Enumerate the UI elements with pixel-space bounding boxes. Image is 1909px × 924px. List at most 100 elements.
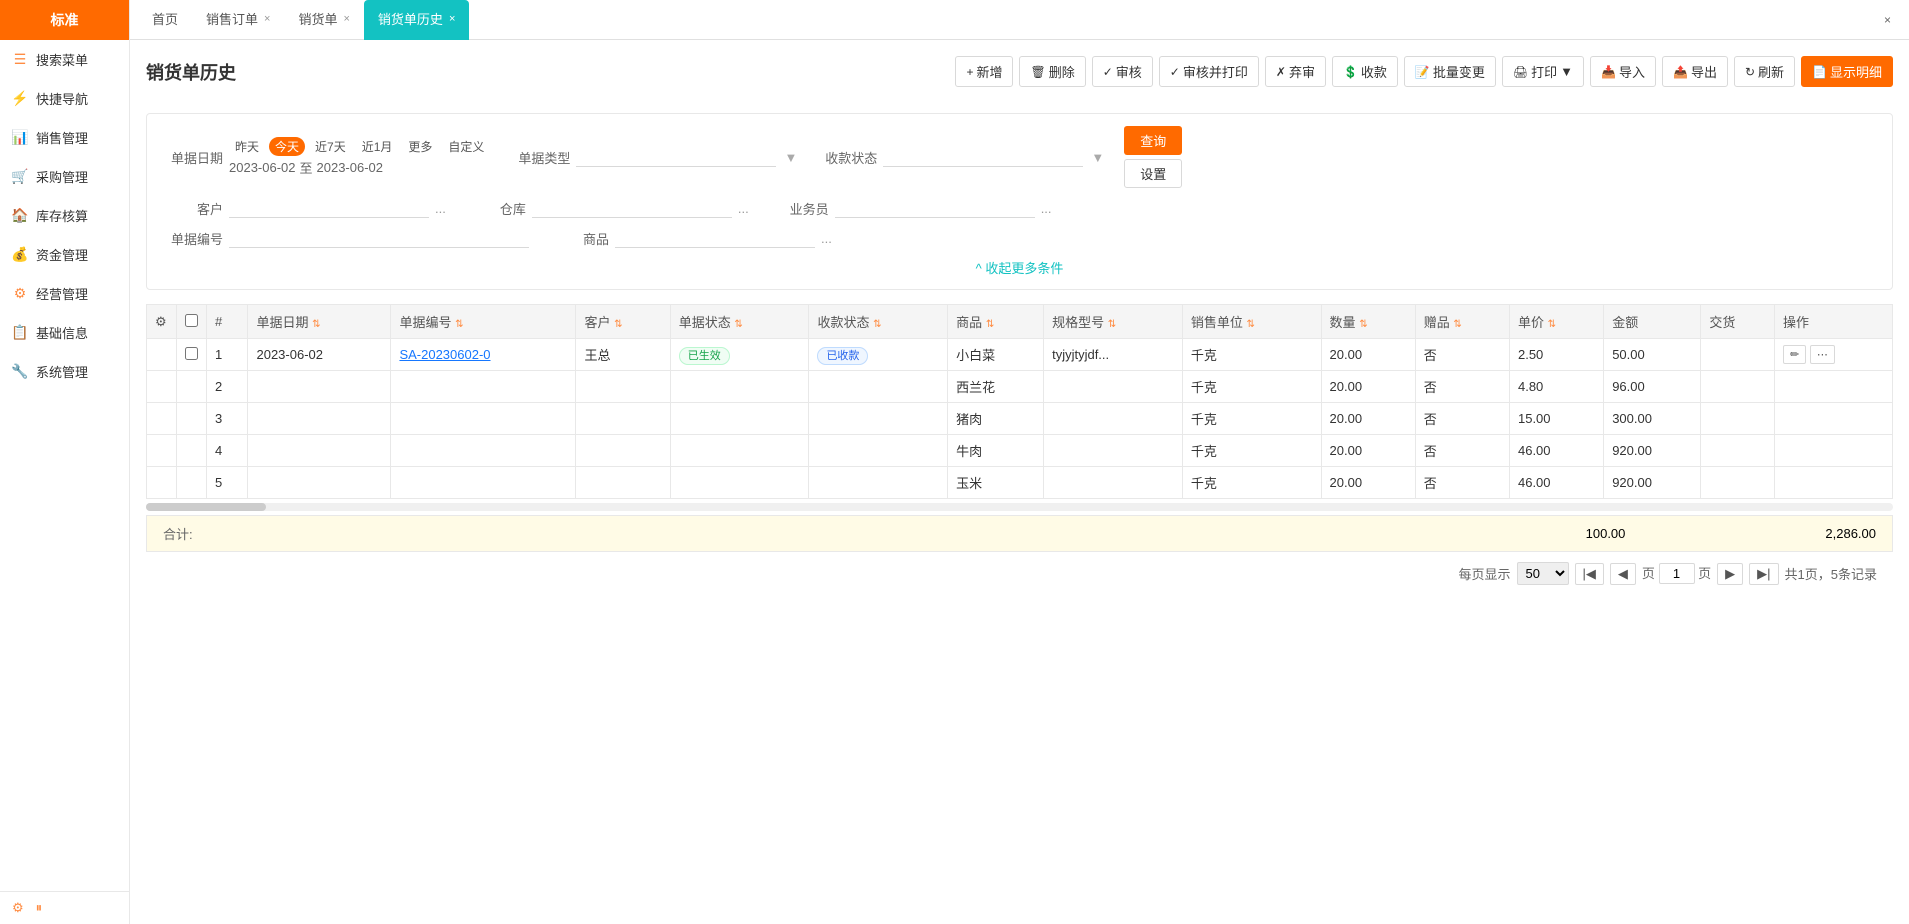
cell-doc-date: [248, 467, 391, 499]
col-spec-model[interactable]: 规格型号 ⇅: [1044, 305, 1183, 339]
audit-button[interactable]: ✓ 审核: [1092, 56, 1153, 87]
import-button[interactable]: 📥 导入: [1590, 56, 1656, 87]
payment-status-input[interactable]: [883, 147, 1083, 167]
tab-sales-goods[interactable]: 销货单 ×: [284, 0, 363, 40]
date-tab-custom[interactable]: 自定义: [442, 137, 490, 156]
refresh-button[interactable]: ↻ 刷新: [1734, 56, 1795, 87]
filter-collapse-btn[interactable]: ^ 收起更多条件: [163, 258, 1876, 277]
col-sales-unit[interactable]: 销售单位 ⇅: [1182, 305, 1321, 339]
search-menu-icon: ☰: [12, 52, 28, 68]
filter-payment-status: 收款状态 ▼: [817, 147, 1104, 167]
date-tab-today[interactable]: 今天: [269, 137, 305, 156]
tab-sales-order[interactable]: 销售订单 ×: [192, 0, 284, 40]
edit-btn[interactable]: ✏: [1783, 345, 1806, 364]
footer-total-label: 合计:: [163, 524, 193, 543]
tab-home[interactable]: 首页: [138, 0, 192, 40]
warehouse-dots[interactable]: ...: [738, 201, 749, 216]
col-quantity[interactable]: 数量 ⇅: [1321, 305, 1415, 339]
col-doc-status[interactable]: 单据状态 ⇅: [670, 305, 809, 339]
cell-trade: [1701, 435, 1775, 467]
warehouse-input[interactable]: [532, 198, 732, 218]
col-customer[interactable]: 客户 ⇅: [576, 305, 670, 339]
doc-type-input[interactable]: [576, 147, 776, 167]
scroll-thumb[interactable]: [146, 503, 266, 511]
new-button[interactable]: + 新增: [955, 56, 1013, 87]
import-icon: 📥: [1601, 65, 1616, 79]
prev-page-btn[interactable]: ◀: [1610, 563, 1636, 585]
col-payment-status[interactable]: 收款状态 ⇅: [809, 305, 948, 339]
tab-sales-history-close[interactable]: ×: [449, 13, 455, 25]
cell-action: ✏ ⋯: [1775, 339, 1893, 371]
sidebar-item-finance-mgmt[interactable]: 💰 资金管理: [0, 235, 129, 274]
select-all-checkbox[interactable]: [185, 314, 198, 327]
sidebar-item-search-menu[interactable]: ☰ 搜索菜单: [0, 40, 129, 79]
more-action-btn[interactable]: ⋯: [1810, 345, 1835, 364]
pause-icon[interactable]: ⏸: [36, 900, 43, 916]
tab-sales-goods-close[interactable]: ×: [343, 13, 349, 25]
row-checkbox[interactable]: [185, 347, 198, 360]
goods-input[interactable]: [615, 228, 815, 248]
doc-number-link[interactable]: SA-20230602-0: [399, 347, 490, 362]
col-checkbox: [177, 305, 207, 339]
customer-input[interactable]: [229, 198, 429, 218]
goods-dots[interactable]: ...: [821, 231, 832, 246]
close-all-tabs[interactable]: ×: [1874, 13, 1901, 27]
salesperson-input[interactable]: [835, 198, 1035, 218]
salesperson-dots[interactable]: ...: [1041, 201, 1052, 216]
sidebar-item-purchase-mgmt[interactable]: 🛒 采购管理: [0, 157, 129, 196]
refresh-label: 刷新: [1758, 62, 1784, 81]
batch-change-button[interactable]: 📝 批量变更: [1404, 56, 1496, 87]
cell-payment-status: [809, 467, 948, 499]
delete-button[interactable]: 🗑 删除: [1019, 56, 1085, 87]
col-unit-price[interactable]: 单价 ⇅: [1509, 305, 1603, 339]
page-size-select[interactable]: 20 50 100: [1517, 562, 1569, 585]
sidebar-item-sys-mgmt[interactable]: 🔧 系统管理: [0, 352, 129, 391]
sort-price-icon: ⇅: [1548, 319, 1556, 330]
filter-salesperson: 业务员 ...: [769, 198, 1052, 218]
payment-status-dropdown-icon[interactable]: ▼: [1091, 150, 1104, 165]
refresh-icon: ↻: [1745, 65, 1755, 79]
col-doc-number[interactable]: 单据编号 ⇅: [391, 305, 576, 339]
settings-icon[interactable]: ⚙: [12, 900, 24, 916]
doc-type-dropdown-icon[interactable]: ▼: [784, 150, 797, 165]
audit-print-button[interactable]: ✓ 审核并打印: [1159, 56, 1259, 87]
query-button[interactable]: 查询: [1124, 126, 1182, 155]
sidebar-item-label: 销售管理: [36, 128, 88, 147]
set-button[interactable]: 设置: [1124, 159, 1182, 188]
date-tab-last1month[interactable]: 近1月: [356, 137, 399, 156]
date-tab-more[interactable]: 更多: [402, 137, 438, 156]
date-tab-yesterday[interactable]: 昨天: [229, 137, 265, 156]
sidebar-item-sales-mgmt[interactable]: 📊 销售管理: [0, 118, 129, 157]
tab-home-label: 首页: [152, 9, 178, 28]
sidebar-item-label: 经营管理: [36, 284, 88, 303]
export-button[interactable]: 📤 导出: [1662, 56, 1728, 87]
abandon-button[interactable]: ✗ 弃审: [1265, 56, 1326, 87]
customer-label: 客户: [163, 199, 223, 218]
collect-button[interactable]: 💲 收款: [1332, 56, 1398, 87]
print-icon: 🖨: [1513, 65, 1528, 79]
horizontal-scrollbar[interactable]: [146, 503, 1893, 511]
sidebar-item-basic-info[interactable]: 📋 基础信息: [0, 313, 129, 352]
col-settings[interactable]: ⚙: [147, 305, 177, 339]
sidebar-item-quick-nav[interactable]: ⚡ 快捷导航: [0, 79, 129, 118]
print-button[interactable]: 🖨 打印 ▼: [1502, 56, 1584, 87]
show-detail-icon: 📄: [1812, 65, 1827, 79]
next-page-btn[interactable]: ▶: [1717, 563, 1743, 585]
sidebar-item-ops-mgmt[interactable]: ⚙ 经营管理: [0, 274, 129, 313]
first-page-btn[interactable]: |◀: [1575, 563, 1604, 585]
date-tabs: 昨天 今天 近7天 近1月 更多 自定义: [229, 137, 490, 156]
col-goods[interactable]: 商品 ⇅: [948, 305, 1044, 339]
date-tab-last7[interactable]: 近7天: [309, 137, 352, 156]
page-input[interactable]: [1659, 563, 1695, 584]
col-doc-date[interactable]: 单据日期 ⇅: [248, 305, 391, 339]
sidebar-item-label: 资金管理: [36, 245, 88, 264]
doc-number-input[interactable]: [229, 228, 529, 248]
tab-sales-order-close[interactable]: ×: [264, 13, 270, 25]
last-page-btn[interactable]: ▶|: [1749, 563, 1778, 585]
customer-dots[interactable]: ...: [435, 201, 446, 216]
footer-total-quantity: 100.00: [1586, 526, 1626, 541]
col-gift[interactable]: 赠品 ⇅: [1415, 305, 1509, 339]
show-detail-button[interactable]: 📄 显示明细: [1801, 56, 1893, 87]
tab-sales-history[interactable]: 销货单历史 ×: [364, 0, 469, 40]
sidebar-item-stock-calc[interactable]: 🏠 库存核算: [0, 196, 129, 235]
